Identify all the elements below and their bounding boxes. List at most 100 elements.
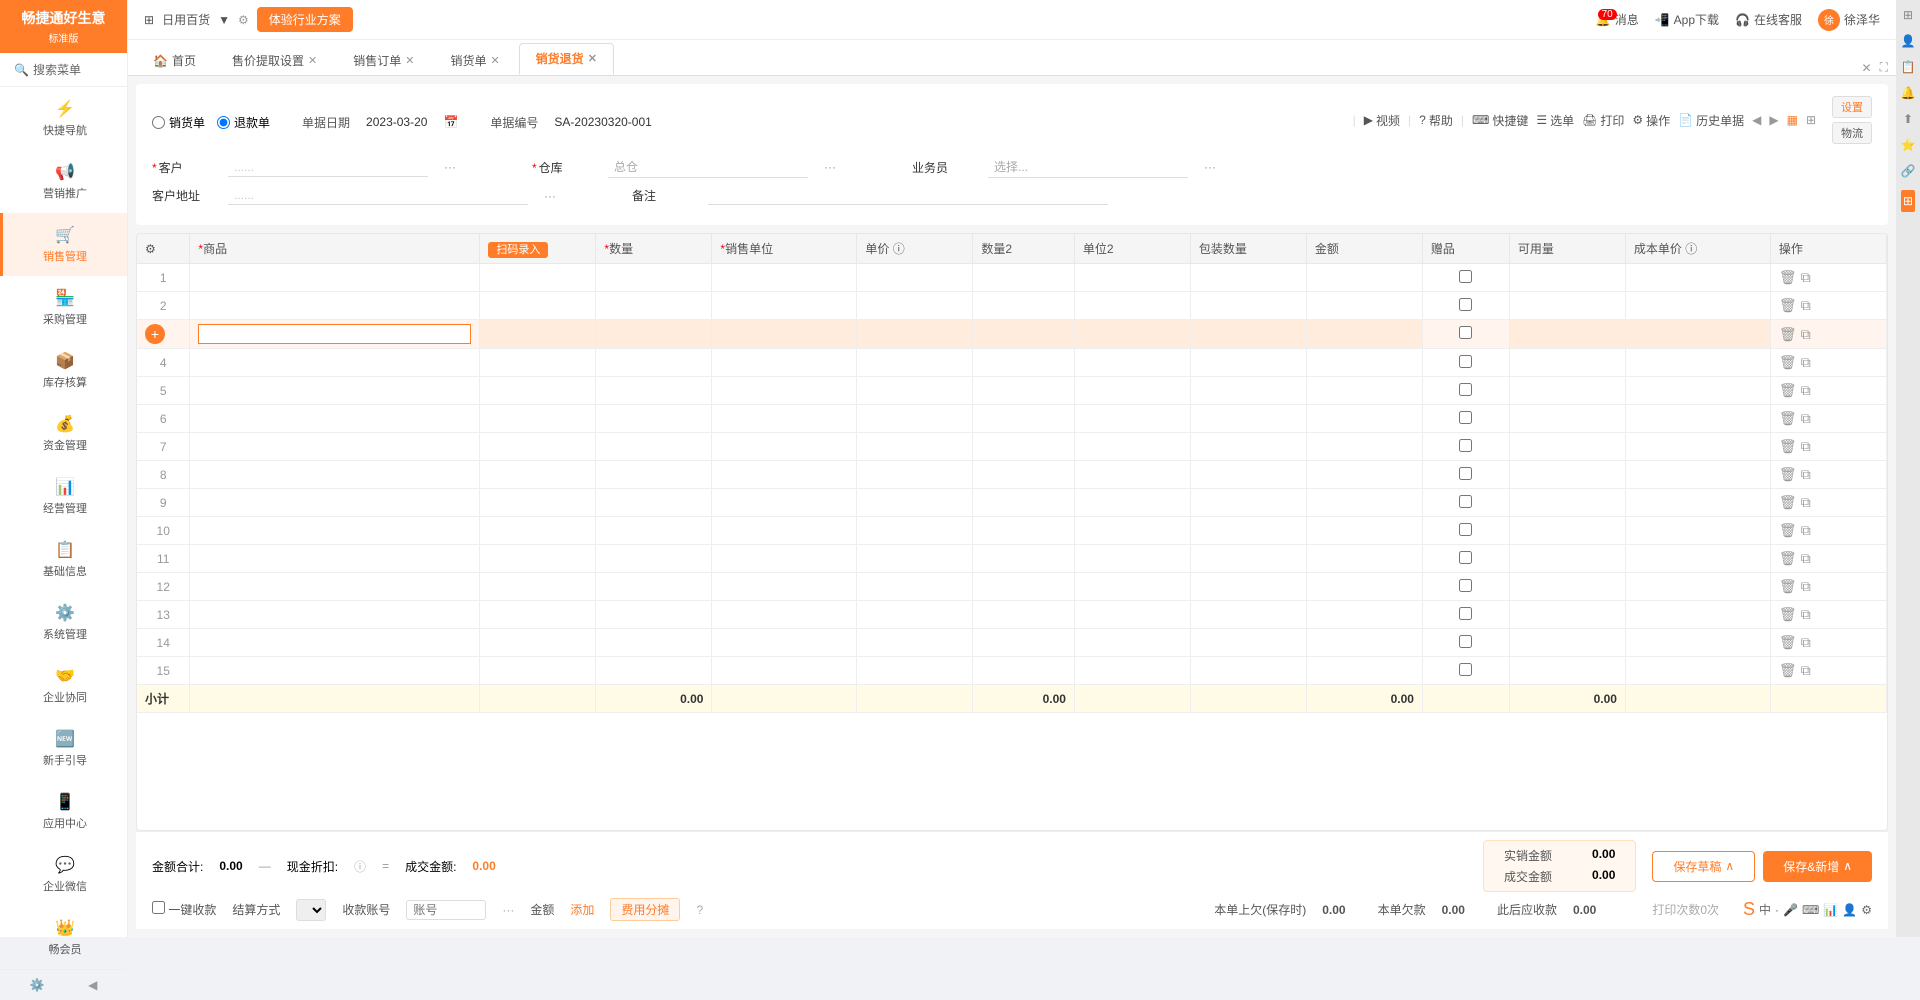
cell-amount-4[interactable] (1306, 349, 1422, 377)
tab-sales-return-close[interactable]: ✕ (588, 52, 597, 65)
copy-row-9[interactable]: ⧉ (1801, 494, 1811, 511)
cell-amount-5[interactable] (1306, 377, 1422, 405)
sidebar-item-purchase[interactable]: 🏪 采购管理 (0, 276, 127, 339)
right-panel-icon-5[interactable]: ⬆ (1903, 112, 1913, 126)
cell-gift-13[interactable] (1422, 601, 1509, 629)
cell-quantity-1[interactable] (596, 264, 712, 292)
cell-unit-3[interactable] (712, 320, 857, 349)
copy-row-10[interactable]: ⧉ (1801, 522, 1811, 539)
cell-amount-13[interactable] (1306, 601, 1422, 629)
cell-gift-7[interactable] (1422, 433, 1509, 461)
gift-checkbox-11[interactable] (1459, 551, 1472, 564)
cell-product-10[interactable] (190, 517, 480, 545)
shortcut-action[interactable]: ⌨快捷键 (1472, 112, 1528, 129)
cell-quantity-5[interactable] (596, 377, 712, 405)
cell-scan-4[interactable] (480, 349, 596, 377)
cell-gift-11[interactable] (1422, 545, 1509, 573)
tab-sales-bill[interactable]: 销货单 ✕ (433, 45, 516, 75)
cell-product-1[interactable] (190, 264, 480, 292)
cell-qty2-15[interactable] (973, 657, 1075, 685)
list-view-icon[interactable]: ▦ (1787, 113, 1798, 127)
cell-qty2-13[interactable] (973, 601, 1075, 629)
sidebar-item-basic[interactable]: 📋 基础信息 (0, 528, 127, 591)
cell-unit2-5[interactable] (1074, 377, 1190, 405)
cell-amount-10[interactable] (1306, 517, 1422, 545)
settings-action-btn[interactable]: 设置 (1832, 96, 1872, 118)
cell-unit2-10[interactable] (1074, 517, 1190, 545)
cell-qty2-8[interactable] (973, 461, 1075, 489)
cell-qty2-3[interactable] (973, 320, 1075, 349)
cell-amount-3[interactable] (1306, 320, 1422, 349)
cell-unit-1[interactable] (712, 264, 857, 292)
cell-gift-5[interactable] (1422, 377, 1509, 405)
cell-product-15[interactable] (190, 657, 480, 685)
copy-row-7[interactable]: ⧉ (1801, 438, 1811, 455)
cell-pkg-qty-8[interactable] (1190, 461, 1306, 489)
cell-scan-9[interactable] (480, 489, 596, 517)
cell-gift-9[interactable] (1422, 489, 1509, 517)
cell-quantity-14[interactable] (596, 629, 712, 657)
radio-sales-bill-input[interactable] (152, 116, 165, 129)
cell-unit-9[interactable] (712, 489, 857, 517)
sidebar-item-app-center[interactable]: 📱 应用中心 (0, 780, 127, 843)
cell-unit-5[interactable] (712, 377, 857, 405)
cell-amount-9[interactable] (1306, 489, 1422, 517)
cell-qty2-10[interactable] (973, 517, 1075, 545)
settlement-select[interactable] (296, 899, 326, 921)
cell-gift-12[interactable] (1422, 573, 1509, 601)
copy-row-3[interactable]: ⧉ (1801, 326, 1811, 343)
account-input[interactable] (406, 900, 486, 920)
input-tool-5[interactable]: 📊 (1823, 903, 1838, 917)
gift-checkbox-15[interactable] (1459, 663, 1472, 676)
copy-row-6[interactable]: ⧉ (1801, 410, 1811, 427)
cell-unit2-12[interactable] (1074, 573, 1190, 601)
cell-pkg-qty-6[interactable] (1190, 405, 1306, 433)
gift-checkbox-2[interactable] (1459, 298, 1472, 311)
operations-action[interactable]: ⚙操作 (1632, 112, 1670, 129)
help-action[interactable]: ?帮助 (1419, 112, 1453, 129)
video-action[interactable]: ▶视频 (1364, 112, 1400, 129)
cell-scan-12[interactable] (480, 573, 596, 601)
cell-gift-8[interactable] (1422, 461, 1509, 489)
cell-unit-6[interactable] (712, 405, 857, 433)
print-action[interactable]: 🖨打印 (1582, 112, 1624, 129)
gift-checkbox-8[interactable] (1459, 467, 1472, 480)
copy-row-14[interactable]: ⧉ (1801, 634, 1811, 651)
sidebar-item-operations[interactable]: 📊 经营管理 (0, 465, 127, 528)
calendar-icon[interactable]: 📅 (443, 115, 458, 129)
prev-icon[interactable]: ◀ (1752, 113, 1761, 127)
right-panel-icon-3[interactable]: 📋 (1901, 60, 1916, 74)
cell-unit-10[interactable] (712, 517, 857, 545)
delete-row-7[interactable]: 🗑 (1779, 438, 1797, 455)
cell-unit-13[interactable] (712, 601, 857, 629)
tab-home[interactable]: 🏠 首页 (136, 45, 213, 75)
cell-unit2-4[interactable] (1074, 349, 1190, 377)
cell-pkg-qty-7[interactable] (1190, 433, 1306, 461)
cell-product-14[interactable] (190, 629, 480, 657)
cell-product-7[interactable] (190, 433, 480, 461)
cell-product-4[interactable] (190, 349, 480, 377)
cell-price-6[interactable] (857, 405, 973, 433)
delete-row-11[interactable]: 🗑 (1779, 550, 1797, 567)
input-tool-3[interactable]: 🎤 (1783, 903, 1798, 917)
right-panel-icon-6[interactable]: ⭐ (1901, 138, 1916, 152)
logistics-action-btn[interactable]: 物流 (1832, 122, 1872, 144)
right-panel-icon-1[interactable]: ⊞ (1903, 8, 1913, 22)
close-window-icon[interactable]: ✕ (1862, 61, 1872, 75)
delete-row-6[interactable]: 🗑 (1779, 410, 1797, 427)
cell-amount-2[interactable] (1306, 292, 1422, 320)
cell-quantity-13[interactable] (596, 601, 712, 629)
collapse-icon[interactable]: ◀ (88, 978, 97, 992)
cell-unit-8[interactable] (712, 461, 857, 489)
cell-scan-7[interactable] (480, 433, 596, 461)
cell-quantity-9[interactable] (596, 489, 712, 517)
cell-price-15[interactable] (857, 657, 973, 685)
cell-qty2-5[interactable] (973, 377, 1075, 405)
sidebar-item-inventory[interactable]: 📦 库存核算 (0, 339, 127, 402)
cell-unit2-2[interactable] (1074, 292, 1190, 320)
cell-product-8[interactable] (190, 461, 480, 489)
history-action[interactable]: 📄历史单据 (1678, 112, 1744, 129)
copy-row-13[interactable]: ⧉ (1801, 606, 1811, 623)
app-download-item[interactable]: 📲 App下载 (1655, 11, 1719, 28)
cell-unit2-13[interactable] (1074, 601, 1190, 629)
